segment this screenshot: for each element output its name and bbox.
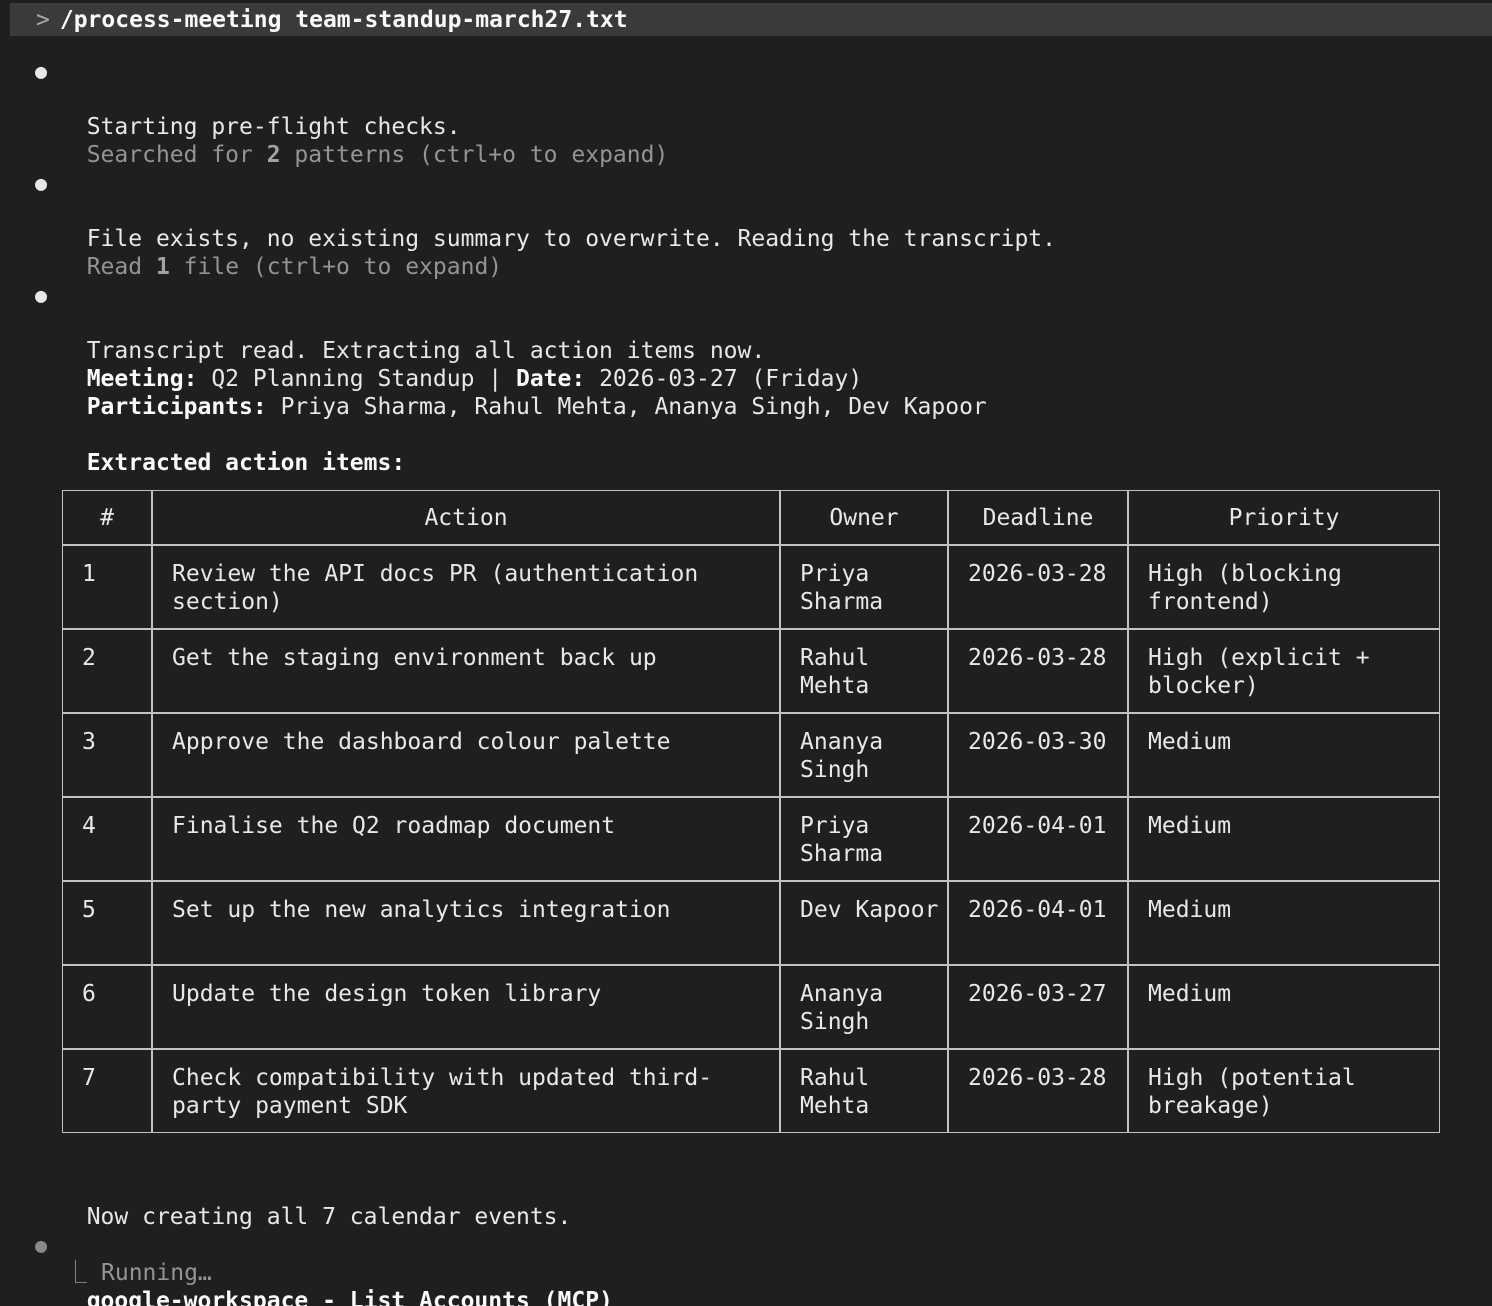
cell-deadline: 2026-03-28 xyxy=(948,545,1128,629)
cell-deadline: 2026-04-01 xyxy=(948,881,1128,965)
cell-owner: Priya Sharma xyxy=(780,797,948,881)
cell-deadline: 2026-03-28 xyxy=(948,1049,1128,1133)
table-title-text: Extracted action items: xyxy=(87,450,406,476)
cell-num: 3 xyxy=(62,713,152,797)
table-row: 4 Finalise the Q2 roadmap document Priya… xyxy=(62,797,1440,881)
cell-owner: Rahul Mehta xyxy=(780,629,948,713)
status-dot-icon: ● xyxy=(35,1231,47,1259)
cell-action: Finalise the Q2 roadmap document xyxy=(152,797,780,881)
header-num: # xyxy=(62,490,152,545)
status-line-read: Read 1 file (ctrl+o to expand) xyxy=(0,225,1492,253)
table-row: 2 Get the staging environment back up Ra… xyxy=(62,629,1440,713)
participants-value: Priya Sharma, Rahul Mehta, Ananya Singh,… xyxy=(267,394,987,420)
cell-action: Approve the dashboard colour palette xyxy=(152,713,780,797)
table-row: 6 Update the design token library Ananya… xyxy=(62,965,1440,1049)
creating-events-line: Now creating all 7 calendar events. xyxy=(0,1175,1492,1203)
header-owner: Owner xyxy=(780,490,948,545)
meeting-info-line: Meeting: Q2 Planning Standup | Date: 202… xyxy=(0,337,1492,365)
table-row: 1 Review the API docs PR (authentication… xyxy=(62,545,1440,629)
participants-label: Participants: xyxy=(87,394,267,420)
table-row: 7 Check compatibility with updated third… xyxy=(62,1049,1440,1133)
cell-owner: Dev Kapoor xyxy=(780,881,948,965)
table-header-row: # Action Owner Deadline Priority xyxy=(62,490,1440,545)
cell-num: 6 xyxy=(62,965,152,1049)
cell-deadline: 2026-03-28 xyxy=(948,629,1128,713)
command-text: /process-meeting team-standup-march27.tx… xyxy=(60,6,628,34)
cell-num: 4 xyxy=(62,797,152,881)
cell-owner: Rahul Mehta xyxy=(780,1049,948,1133)
cell-owner: Ananya Singh xyxy=(780,965,948,1049)
running-status-text: Running… xyxy=(101,1260,212,1286)
cell-priority: High (explicit + blocker) xyxy=(1128,629,1440,713)
cell-num: 7 xyxy=(62,1049,152,1133)
status-dot-icon: ● xyxy=(35,169,47,197)
cell-action: Update the design token library xyxy=(152,965,780,1049)
table-title: Extracted action items: xyxy=(0,421,1492,449)
status-line-preflight: ● Starting pre-flight checks. xyxy=(0,57,1492,85)
cell-deadline: 2026-03-27 xyxy=(948,965,1128,1049)
creating-events-text: Now creating all 7 calendar events. xyxy=(87,1204,572,1230)
status-dot-icon: ● xyxy=(35,281,47,309)
read-count: 1 xyxy=(156,254,170,280)
searched-prefix: Searched for xyxy=(87,142,267,168)
cell-priority: Medium xyxy=(1128,713,1440,797)
status-line-transcript: ● Transcript read. Extracting all action… xyxy=(0,281,1492,309)
cell-num: 2 xyxy=(62,629,152,713)
read-prefix: Read xyxy=(87,254,156,280)
mcp-tool-title: google-workspace - List Accounts (MCP) xyxy=(87,1288,613,1306)
cell-deadline: 2026-03-30 xyxy=(948,713,1128,797)
searched-suffix: patterns (ctrl+o to expand) xyxy=(281,142,669,168)
mcp-running-line: ⎿Running… xyxy=(0,1259,1492,1287)
cell-action: Set up the new analytics integration xyxy=(152,881,780,965)
action-items-table: # Action Owner Deadline Priority 1 Revie… xyxy=(62,490,1440,1133)
cell-owner: Priya Sharma xyxy=(780,545,948,629)
cell-owner: Ananya Singh xyxy=(780,713,948,797)
header-action: Action xyxy=(152,490,780,545)
header-priority: Priority xyxy=(1128,490,1440,545)
command-bar[interactable]: > /process-meeting team-standup-march27.… xyxy=(10,3,1492,36)
cell-priority: Medium xyxy=(1128,797,1440,881)
cell-action: Check compatibility with updated third-p… xyxy=(152,1049,780,1133)
cell-deadline: 2026-04-01 xyxy=(948,797,1128,881)
cell-priority: High (potential breakage) xyxy=(1128,1049,1440,1133)
read-suffix: file (ctrl+o to expand) xyxy=(170,254,502,280)
status-line-searched: Searched for 2 patterns (ctrl+o to expan… xyxy=(0,113,1492,141)
cell-num: 5 xyxy=(62,881,152,965)
status-dot-icon: ● xyxy=(35,57,47,85)
cell-priority: Medium xyxy=(1128,881,1440,965)
participants-line: Participants: Priya Sharma, Rahul Mehta,… xyxy=(0,365,1492,393)
mcp-tool-line: ● google-workspace - List Accounts (MCP) xyxy=(0,1231,1492,1259)
cell-num: 1 xyxy=(62,545,152,629)
cell-priority: Medium xyxy=(1128,965,1440,1049)
header-deadline: Deadline xyxy=(948,490,1128,545)
table-row: 5 Set up the new analytics integration D… xyxy=(62,881,1440,965)
cell-action: Review the API docs PR (authentication s… xyxy=(152,545,780,629)
cell-priority: High (blocking frontend) xyxy=(1128,545,1440,629)
searched-count: 2 xyxy=(267,142,281,168)
prompt-chevron-icon: > xyxy=(36,6,50,34)
status-line-file-exists: ● File exists, no existing summary to ov… xyxy=(0,169,1492,197)
table-row: 3 Approve the dashboard colour palette A… xyxy=(62,713,1440,797)
cell-action: Get the staging environment back up xyxy=(152,629,780,713)
